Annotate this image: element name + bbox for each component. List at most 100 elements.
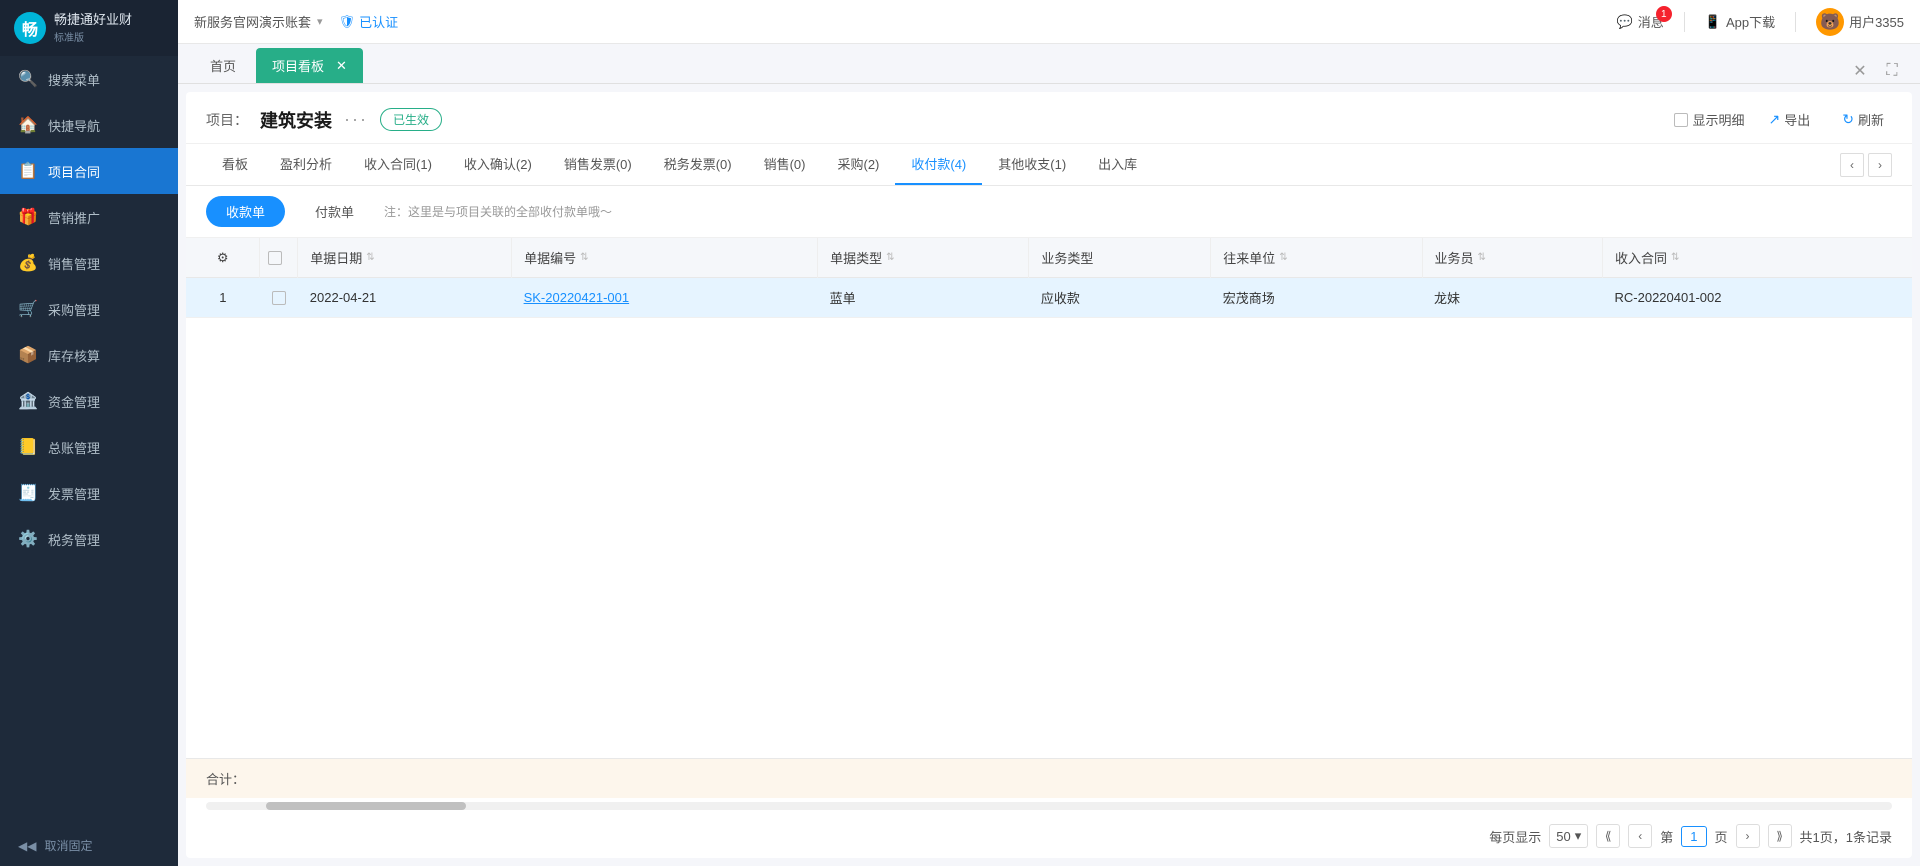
chevron-down-icon: ▾ (317, 15, 323, 28)
refresh-icon: ↻ (1842, 111, 1854, 128)
per-page-select[interactable]: 50 ▾ (1549, 824, 1588, 848)
td-number[interactable]: SK-20220421-001 (512, 278, 818, 318)
show-detail-toggle[interactable]: 显示明细 (1674, 110, 1744, 129)
sort-icon: ⇅ (366, 252, 374, 263)
sidebar-item-marketing[interactable]: 🎁 营销推广 (0, 194, 178, 240)
tab-home-label: 首页 (210, 59, 236, 74)
project-label: 项目： (206, 110, 248, 130)
sidebar-item-funds[interactable]: 🏦 资金管理 (0, 378, 178, 424)
select-all-checkbox[interactable] (268, 251, 282, 265)
sub-tab-other-expense[interactable]: 其他收支(1) (982, 144, 1082, 185)
tab-home[interactable]: 首页 (194, 48, 252, 83)
sub-tab-next-button[interactable]: › (1868, 153, 1892, 177)
app-download-button[interactable]: 📱 App下载 (1705, 12, 1775, 31)
th-type[interactable]: 单据类型 ⇅ (818, 238, 1029, 278)
user-menu[interactable]: 🐻 用户3355 (1816, 8, 1904, 36)
receipt-btn[interactable]: 收款单 (206, 196, 285, 227)
scrollbar-thumb[interactable] (266, 802, 466, 810)
td-biz-type: 应收款 (1029, 278, 1211, 318)
sidebar-item-label: 快捷导航 (48, 116, 100, 135)
sub-tabs: 看板 盈利分析 收入合同(1) 收入确认(2) 销售发票(0) 税务发票(0) … (186, 144, 1912, 186)
sidebar-cancel-fixed[interactable]: ◀◀ 取消固定 (0, 825, 178, 866)
sidebar-item-sales[interactable]: 💰 销售管理 (0, 240, 178, 286)
sub-tab-tax-invoice[interactable]: 税务发票(0) (648, 144, 748, 185)
per-page-label: 每页显示 (1489, 827, 1541, 846)
ledger-icon: 📒 (18, 437, 38, 457)
sub-tab-sales-invoice[interactable]: 销售发票(0) (548, 144, 648, 185)
sidebar-item-tax[interactable]: ⚙️ 税务管理 (0, 516, 178, 562)
per-page-value: 50 (1556, 829, 1570, 844)
sidebar: 畅 畅捷通好业财 标准版 🔍 搜索菜单 🏠 快捷导航 📋 项目合同 🎁 营销推广… (0, 0, 178, 866)
close-window-button[interactable]: ✕ (1848, 59, 1872, 83)
divider (1684, 12, 1685, 32)
sub-tab-purchase[interactable]: 采购(2) (821, 144, 895, 185)
th-checkbox[interactable] (260, 238, 298, 278)
sub-tab-prev-button[interactable]: ‹ (1840, 153, 1864, 177)
th-salesman[interactable]: 业务员 ⇅ (1422, 238, 1603, 278)
sidebar-item-label: 项目合同 (48, 162, 100, 181)
sub-tab-income-confirm[interactable]: 收入确认(2) (448, 144, 548, 185)
document-number-link[interactable]: SK-20220421-001 (524, 290, 630, 305)
show-detail-checkbox[interactable] (1674, 113, 1688, 127)
sidebar-item-label: 库存核算 (48, 346, 100, 365)
table-row[interactable]: 1 2022-04-21 SK-20220421-001 蓝单 应收款 宏茂商场… (186, 278, 1912, 318)
maximize-window-button[interactable]: ⛶ (1880, 59, 1904, 83)
th-income-contract[interactable]: 收入合同 ⇅ (1603, 238, 1912, 278)
content-area: 项目： 建筑安装 ··· 已生效 显示明细 ↗ 导出 ↻ 刷新 (186, 92, 1912, 858)
sidebar-item-contract[interactable]: 📋 项目合同 (0, 148, 178, 194)
payment-btn[interactable]: 付款单 (295, 196, 374, 227)
sidebar-item-label: 资金管理 (48, 392, 100, 411)
td-check[interactable] (260, 278, 298, 318)
logo-sub: 标准版 (54, 29, 132, 44)
sidebar-item-search[interactable]: 🔍 搜索菜单 (0, 56, 178, 102)
message-badge: 1 (1656, 6, 1672, 22)
refresh-button[interactable]: ↻ 刷新 (1834, 106, 1892, 133)
sort-icon: ⇅ (1671, 252, 1679, 263)
prev-page-button[interactable]: ‹ (1628, 824, 1652, 848)
tab-project-board[interactable]: 项目看板 ✕ (256, 48, 363, 83)
sub-tab-income-contract[interactable]: 收入合同(1) (348, 144, 448, 185)
sub-tab-sales[interactable]: 销售(0) (748, 144, 822, 185)
project-more-button[interactable]: ··· (344, 109, 368, 130)
th-gear[interactable]: ⚙ (186, 238, 260, 278)
total-info: 共1页，1条记录 (1800, 827, 1892, 846)
avatar: 🐻 (1816, 8, 1844, 36)
sub-tab-receipt[interactable]: 收付款(4) (895, 144, 982, 185)
sidebar-item-invoice[interactable]: 🧾 发票管理 (0, 470, 178, 516)
sub-tab-profit[interactable]: 盈利分析 (264, 144, 348, 185)
shield-icon: 🛡 (339, 14, 356, 30)
sub-tab-kanban[interactable]: 看板 (206, 144, 264, 185)
th-partner[interactable]: 往来单位 ⇅ (1211, 238, 1422, 278)
topbar: 新服务官网演示账套 ▾ 🛡 已认证 💬 消息 1 📱 App下载 🐻 用户335… (178, 0, 1920, 44)
th-number[interactable]: 单据编号 ⇅ (512, 238, 818, 278)
logo-icon: 畅 (14, 12, 46, 44)
td-partner: 宏茂商场 (1211, 278, 1422, 318)
project-header-right: 显示明细 ↗ 导出 ↻ 刷新 (1674, 106, 1892, 133)
td-salesman: 龙妹 (1422, 278, 1603, 318)
export-label: 导出 (1784, 110, 1810, 129)
export-button[interactable]: ↗ 导出 (1761, 106, 1819, 133)
tab-close-button[interactable]: ✕ (336, 58, 347, 74)
sales-icon: 💰 (18, 253, 38, 273)
sidebar-item-inventory[interactable]: 📦 库存核算 (0, 332, 178, 378)
td-seq: 1 (186, 278, 260, 318)
scroll-area (186, 798, 1912, 814)
th-biz-type[interactable]: 业务类型 (1029, 238, 1211, 278)
first-page-button[interactable]: ⟪ (1596, 824, 1620, 848)
sidebar-item-quick[interactable]: 🏠 快捷导航 (0, 102, 178, 148)
horizontal-scrollbar[interactable] (206, 802, 1892, 810)
row-checkbox[interactable] (272, 291, 286, 305)
sidebar-item-purchase[interactable]: 🛒 采购管理 (0, 286, 178, 332)
sub-tab-in-out[interactable]: 出入库 (1082, 144, 1153, 185)
sidebar-item-ledger[interactable]: 📒 总账管理 (0, 424, 178, 470)
th-date[interactable]: 单据日期 ⇅ (298, 238, 512, 278)
sort-icon: ⇅ (886, 252, 894, 263)
messages-button[interactable]: 💬 消息 1 (1617, 12, 1664, 31)
project-header: 项目： 建筑安装 ··· 已生效 显示明细 ↗ 导出 ↻ 刷新 (186, 92, 1912, 144)
funds-icon: 🏦 (18, 391, 38, 411)
topbar-account[interactable]: 新服务官网演示账套 ▾ (194, 12, 323, 31)
next-page-button[interactable]: › (1736, 824, 1760, 848)
phone-icon: 📱 (1705, 14, 1721, 30)
last-page-button[interactable]: ⟫ (1768, 824, 1792, 848)
divider2 (1795, 12, 1796, 32)
